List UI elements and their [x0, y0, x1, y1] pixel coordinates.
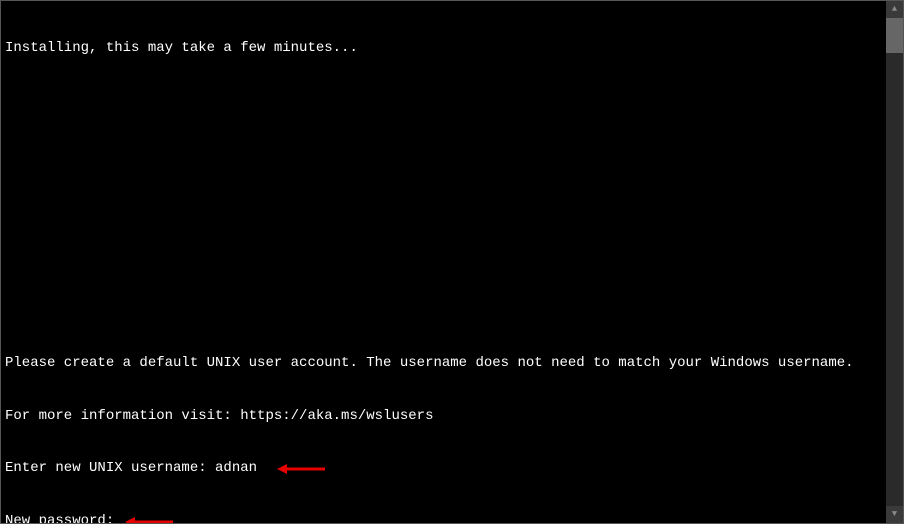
chevron-up-icon: ▲	[892, 4, 897, 15]
vertical-scrollbar[interactable]: ▲ ▼	[886, 1, 903, 523]
annotation-arrow-icon	[277, 463, 325, 475]
terminal-line: For more information visit: https://aka.…	[5, 408, 899, 426]
terminal-line: New password:	[5, 513, 899, 524]
terminal-line: Installing, this may take a few minutes.…	[5, 40, 899, 58]
scrollbar-up-button[interactable]: ▲	[886, 1, 903, 18]
terminal-line	[5, 250, 899, 268]
terminal-line: Enter new UNIX username: adnan	[5, 460, 899, 478]
terminal-line: Please create a default UNIX user accoun…	[5, 355, 899, 373]
terminal-line	[5, 303, 899, 321]
terminal-line	[5, 145, 899, 163]
annotation-arrow-icon	[125, 516, 173, 524]
scrollbar-thumb[interactable]	[886, 18, 903, 53]
terminal-line	[5, 93, 899, 111]
terminal-output: Installing, this may take a few minutes.…	[1, 1, 903, 523]
scrollbar-down-button[interactable]: ▼	[886, 506, 903, 523]
chevron-down-icon: ▼	[892, 509, 897, 520]
terminal-line	[5, 198, 899, 216]
